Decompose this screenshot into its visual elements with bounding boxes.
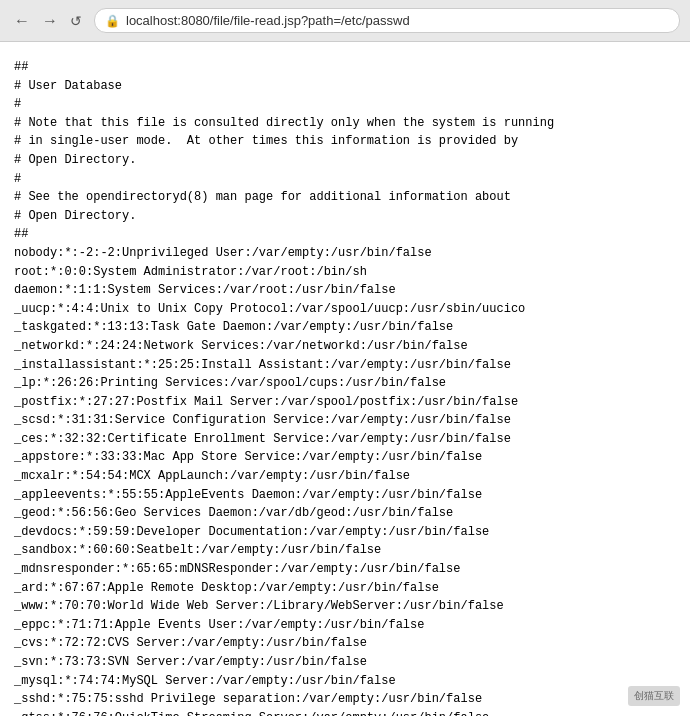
address-bar[interactable]: 🔒 localhost:8080/file/file-read.jsp?path… — [94, 8, 680, 33]
back-button[interactable]: ← — [10, 11, 34, 31]
reload-button[interactable]: ↺ — [66, 12, 86, 30]
url-text: localhost:8080/file/file-read.jsp?path=/… — [126, 13, 410, 28]
content-area: ## # User Database # # Note that this fi… — [0, 42, 690, 716]
nav-buttons: ← → ↺ — [10, 11, 86, 31]
lock-icon: 🔒 — [105, 14, 120, 28]
browser-toolbar: ← → ↺ 🔒 localhost:8080/file/file-read.js… — [0, 0, 690, 42]
file-content: ## # User Database # # Note that this fi… — [14, 58, 676, 716]
watermark: 创猫互联 — [628, 686, 680, 706]
forward-button[interactable]: → — [38, 11, 62, 31]
